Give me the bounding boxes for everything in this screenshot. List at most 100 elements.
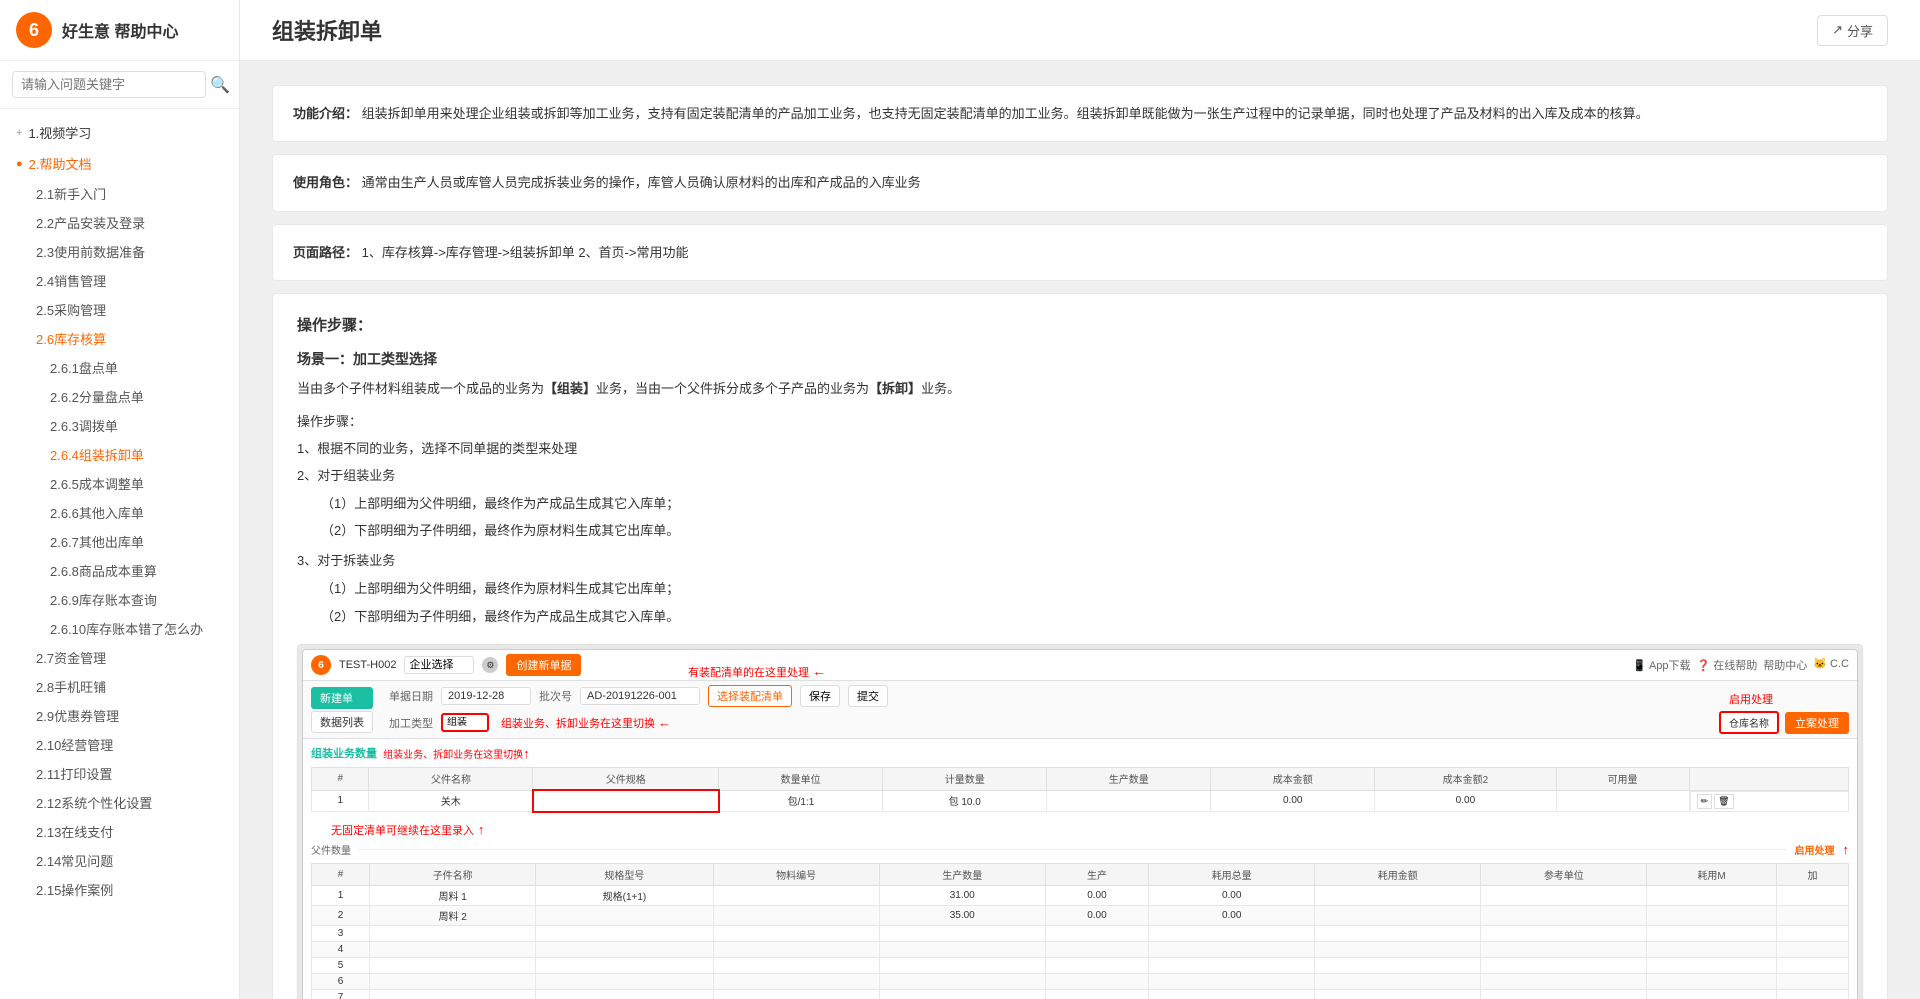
sidebar-item-docs-25[interactable]: 2.5采购管理 bbox=[0, 295, 239, 324]
lower-table-row-empty: 7 bbox=[312, 989, 1849, 999]
mock-screenshot: 6 TEST-H002 企业选择 ⚙ 创建新单据 📱 App下载 ❓ 在线帮助 … bbox=[298, 645, 1862, 999]
mock-row-edit[interactable]: ✏ bbox=[1697, 794, 1713, 809]
main-header: 组装拆卸单 ↗ 分享 bbox=[240, 0, 1920, 61]
sidebar-item-docs-29[interactable]: 2.9优惠券管理 bbox=[0, 701, 239, 730]
lcol-prod: 生产数量 bbox=[879, 863, 1045, 885]
sidebar-item-docs-24[interactable]: 2.4销售管理 bbox=[0, 266, 239, 295]
mock-submit-btn[interactable]: 提交 bbox=[848, 685, 888, 707]
mock-row-delete[interactable]: 🗑 bbox=[1714, 794, 1733, 809]
sidebar-header: 6 好生意 帮助中心 bbox=[0, 0, 239, 61]
page-title: 组装拆卸单 bbox=[272, 14, 382, 46]
mock-company-select[interactable]: 企业选择 bbox=[404, 656, 474, 674]
sidebar-item-docs-262[interactable]: 2.6.2分量盘点单 bbox=[0, 382, 239, 411]
sidebar-item-docs-26[interactable]: 2.6库存核算 bbox=[0, 324, 239, 353]
sidebar-item-video[interactable]: + 1.视频学习 bbox=[0, 117, 239, 148]
annotation4: 无固定清单可继续在这里录入 bbox=[331, 825, 474, 837]
mock-date-label: 单据日期 bbox=[389, 688, 433, 704]
col-cost2: 成本金额2 bbox=[1375, 768, 1556, 791]
sidebar-item-docs-23[interactable]: 2.3使用前数据准备 bbox=[0, 237, 239, 266]
sidebar-item-docs-265[interactable]: 2.6.5成本调整单 bbox=[0, 469, 239, 498]
mock-help-center: 帮助中心 bbox=[1763, 657, 1807, 673]
sidebar-item-docs-2610[interactable]: 2.6.10库存账本错了怎么办 bbox=[0, 614, 239, 643]
mock-app-logo: 6 bbox=[311, 655, 331, 675]
sidebar-item-docs-213[interactable]: 2.13在线支付 bbox=[0, 817, 239, 846]
step2-sub2: （2）下部明细为子件明细，最终作为原材料生成其它出库单。 bbox=[321, 519, 1863, 542]
col-available: 可用量 bbox=[1556, 768, 1689, 791]
col-cost1: 成本金额 bbox=[1211, 768, 1375, 791]
step3-sub2: （2）下部明细为子件明细，最终作为产成品生成其它入库单。 bbox=[321, 605, 1863, 628]
share-button[interactable]: ↗ 分享 bbox=[1817, 15, 1888, 46]
col-parent-spec: 父件规格 bbox=[533, 768, 719, 791]
mock-batch-value: AD-20191226-001 bbox=[580, 687, 700, 705]
lower-table-row-empty: 3 bbox=[312, 925, 1849, 941]
lcol-add: 加 bbox=[1776, 863, 1848, 885]
mock-window: 6 TEST-H002 企业选择 ⚙ 创建新单据 📱 App下载 ❓ 在线帮助 … bbox=[302, 649, 1858, 999]
step3: 3、对于拆装业务 bbox=[297, 550, 1863, 569]
sidebar-item-docs-266[interactable]: 2.6.6其他入库单 bbox=[0, 498, 239, 527]
sidebar-item-docs-22[interactable]: 2.2产品安装及登录 bbox=[0, 208, 239, 237]
mock-list-tab[interactable]: 数据列表 bbox=[311, 711, 373, 733]
scene1-title: 场景一：加工类型选择 bbox=[297, 349, 1863, 369]
mock-new-tab[interactable]: 新建单 bbox=[311, 687, 373, 709]
sidebar-item-docs-211[interactable]: 2.11打印设置 bbox=[0, 759, 239, 788]
mock-new-order-btn[interactable]: 创建新单据 bbox=[506, 654, 581, 676]
main-panel: 组装拆卸单 ↗ 分享 功能介绍： 组装拆卸单用来处理企业组装或拆卸等加工业务，支… bbox=[240, 0, 1920, 999]
sidebar-item-docs-264[interactable]: 2.6.4组装拆卸单 bbox=[0, 440, 239, 469]
mock-date-value: 2019-12-28 bbox=[441, 687, 531, 705]
annotation2: 组装业务、拆卸业务在这里切换 bbox=[501, 718, 655, 730]
intro-block: 功能介绍： 组装拆卸单用来处理企业组装或拆卸等加工业务，支持有固定装配清单的产品… bbox=[272, 85, 1888, 142]
app-logo: 6 bbox=[16, 12, 52, 48]
scene1-desc: 当由多个子件材料组装成一个成品的业务为【组装】业务，当由一个父件拆分成多个子产品… bbox=[297, 377, 1863, 400]
sidebar-item-docs-21[interactable]: 2.1新手入门 bbox=[0, 179, 239, 208]
sidebar-item-docs-269[interactable]: 2.6.9库存账本查询 bbox=[0, 585, 239, 614]
sidebar-item-docs[interactable]: ● 2.帮助文档 bbox=[0, 148, 239, 179]
sidebar-item-docs-210[interactable]: 2.10经营管理 bbox=[0, 730, 239, 759]
search-button[interactable]: 🔍 bbox=[210, 75, 230, 95]
mock-save-btn[interactable]: 保存 bbox=[800, 685, 840, 707]
mock-config-btn[interactable]: 选择装配清单 bbox=[708, 685, 792, 707]
sidebar-item-docs-261[interactable]: 2.6.1盘点单 bbox=[0, 353, 239, 382]
sidebar: 6 好生意 帮助中心 🔍 + 1.视频学习 ● 2.帮助文档 2.1新手入门 2… bbox=[0, 0, 240, 999]
mock-lower-table: # 子件名称 规格型号 物料编号 生产数量 生产 耗用总量 耗用金额 参考单位 bbox=[311, 863, 1849, 999]
sidebar-item-docs-212[interactable]: 2.12系统个性化设置 bbox=[0, 788, 239, 817]
lcol-amount: 耗用金额 bbox=[1315, 863, 1481, 885]
step1: 1、根据不同的业务，选择不同单据的类型来处理 bbox=[297, 438, 1863, 457]
lcol-matno: 物料编号 bbox=[713, 863, 879, 885]
search-input[interactable] bbox=[12, 71, 206, 98]
sidebar-item-docs-267[interactable]: 2.6.7其他出库单 bbox=[0, 527, 239, 556]
sidebar-item-docs-27[interactable]: 2.7资金管理 bbox=[0, 643, 239, 672]
intro-label: 功能介绍： bbox=[293, 106, 358, 121]
sidebar-item-video-label: 1.视频学习 bbox=[28, 123, 91, 142]
mock-apply-btn[interactable]: 立案处理 bbox=[1785, 712, 1849, 734]
mock-type-select[interactable]: 组装 拆卸 bbox=[441, 713, 489, 732]
mock-body: 组装业务数量 组装业务、拆卸业务在这里切换 ↑ # 父 bbox=[303, 739, 1857, 999]
role-text: 通常由生产人员或库管人员完成拆装业务的操作，库管人员确认原材料的出库和产成品的入… bbox=[362, 175, 921, 190]
path-block: 页面路径： 1、库存核算->库存管理->组装拆卸单 2、首页->常用功能 bbox=[272, 224, 1888, 281]
mock-batch-label: 批次号 bbox=[539, 688, 572, 704]
sidebar-item-docs-215[interactable]: 2.15操作案例 bbox=[0, 875, 239, 904]
step2: 2、对于组装业务 bbox=[297, 465, 1863, 484]
col-num: # bbox=[312, 768, 369, 791]
step3-sub1: （1）上部明细为父件明细，最终作为原材料生成其它出库单； bbox=[321, 577, 1863, 600]
lower-table-row: 1 周料 1 规格(1+1) 31.00 0.00 0.00 bbox=[312, 885, 1849, 905]
lower-table-row: 2 周料 2 35.00 0.00 0.00 bbox=[312, 905, 1849, 925]
sidebar-item-docs-28[interactable]: 2.8手机旺铺 bbox=[0, 672, 239, 701]
step2-sub1: （1）上部明细为父件明细，最终作为产成品生成其它入库单； bbox=[321, 492, 1863, 515]
role-block: 使用角色： 通常由生产人员或库管人员完成拆装业务的操作，库管人员确认原材料的出库… bbox=[272, 154, 1888, 211]
intro-text: 组装拆卸单用来处理企业组装或拆卸等加工业务，支持有固定装配清单的产品加工业务，也… bbox=[362, 106, 1649, 121]
annotation4-container: 无固定清单可继续在这里录入 ↑ bbox=[331, 821, 1849, 838]
role-label: 使用角色： bbox=[293, 175, 358, 190]
sidebar-item-docs-214[interactable]: 2.14常见问题 bbox=[0, 846, 239, 875]
col-prod-qty: 生产数量 bbox=[1047, 768, 1211, 791]
mock-warehouse-input[interactable]: 仓库名称 bbox=[1719, 711, 1779, 734]
mock-app-icon: 📱 App下载 bbox=[1633, 657, 1691, 673]
content-area: 功能介绍： 组装拆卸单用来处理企业组装或拆卸等加工业务，支持有固定装配清单的产品… bbox=[240, 61, 1920, 999]
sidebar-item-docs-263[interactable]: 2.6.3调拨单 bbox=[0, 411, 239, 440]
mock-user: 🐱 C.C bbox=[1813, 657, 1849, 673]
annotation1: 有装配清单的在这里处理 ← bbox=[688, 663, 826, 680]
mock-divider-label: 父件数量 bbox=[311, 842, 351, 857]
sidebar-item-docs-268[interactable]: 2.6.8商品成本重算 bbox=[0, 556, 239, 585]
lcol-name: 子件名称 bbox=[370, 863, 536, 885]
lcol-spec: 规格型号 bbox=[536, 863, 713, 885]
col-measure-qty: 计量数量 bbox=[883, 768, 1047, 791]
